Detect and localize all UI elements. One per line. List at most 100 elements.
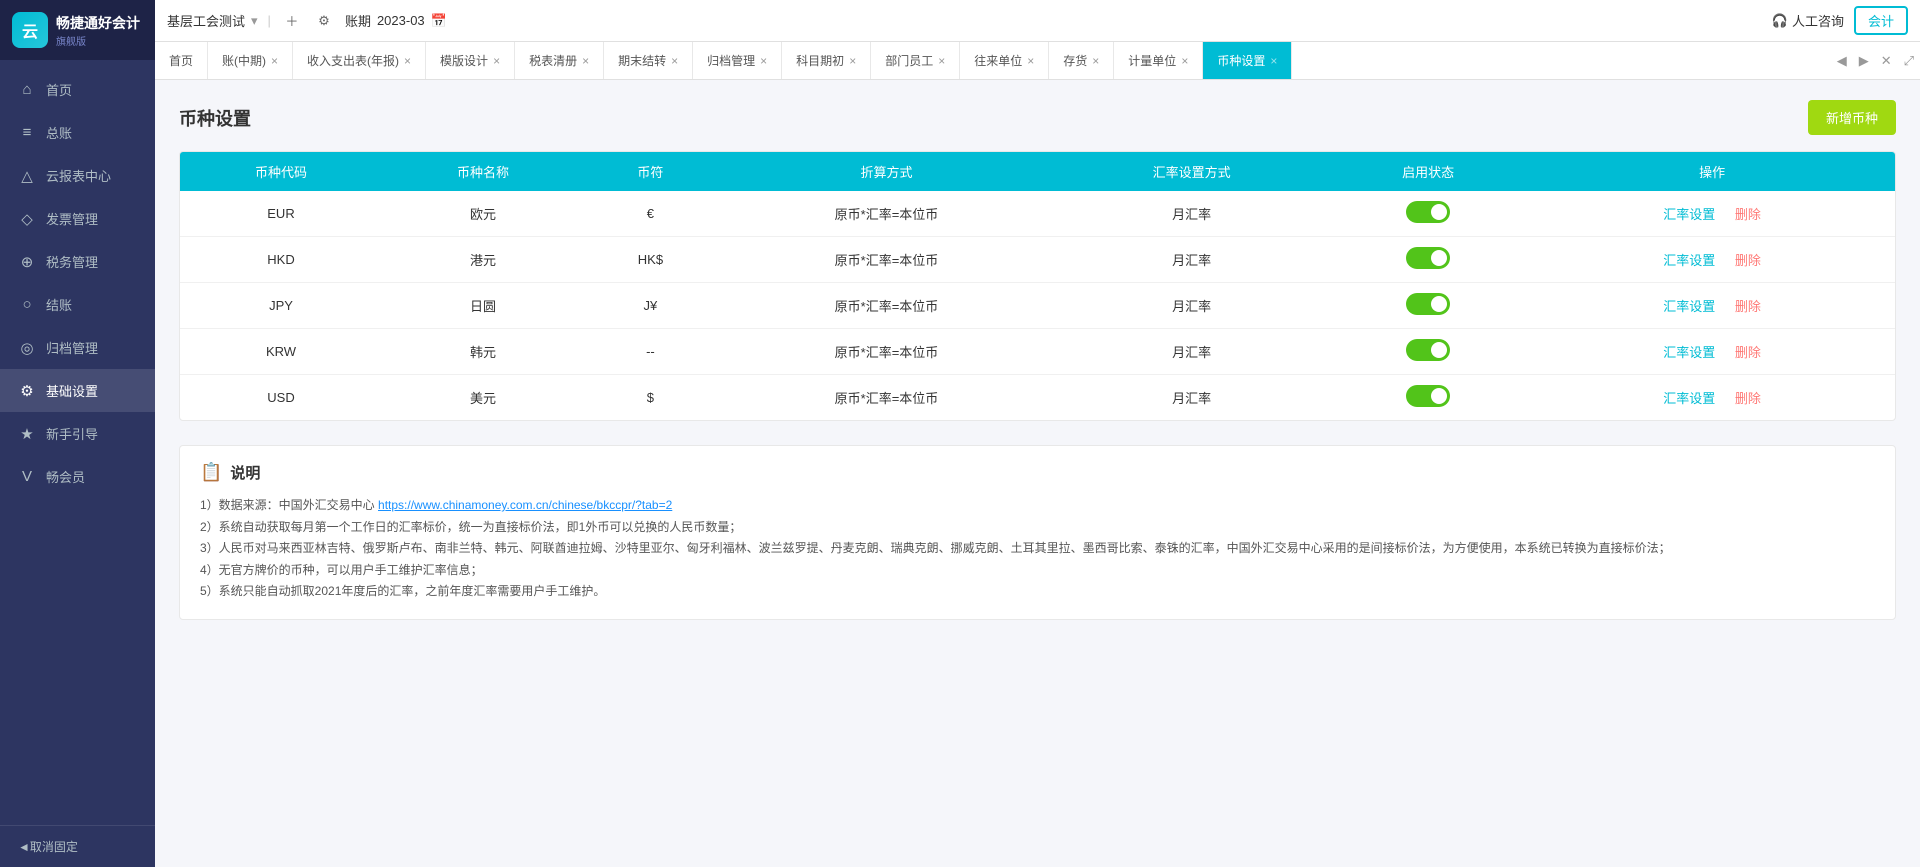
delete-HKD[interactable]: 删除 [1735, 253, 1761, 268]
ledger-icon: ≡ [18, 124, 36, 141]
tab-unit[interactable]: 计量单位 × [1114, 42, 1203, 79]
sidebar-item-ledger[interactable]: ≡ 总账 [0, 111, 155, 154]
tab-archive-mgmt[interactable]: 归档管理 × [693, 42, 782, 79]
toggle-USD[interactable] [1406, 385, 1450, 407]
sidebar-item-settlement[interactable]: ○ 结账 [0, 283, 155, 326]
rate-settings-HKD[interactable]: 汇率设置 [1663, 253, 1715, 268]
tab-partner[interactable]: 往来单位 × [960, 42, 1049, 79]
tab-close-archive-mgmt[interactable]: × [760, 54, 767, 68]
settlement-icon: ○ [18, 296, 36, 313]
rate-settings-EUR[interactable]: 汇率设置 [1663, 207, 1715, 222]
settings-gear-icon[interactable]: ⚙ [313, 10, 335, 32]
note-item-2: 3）人民币对马来西亚林吉特、俄罗斯卢布、南非兰特、韩元、阿联酋迪拉姆、沙特里亚尔… [200, 538, 1875, 560]
tab-close-partner[interactable]: × [1027, 54, 1034, 68]
note-title-text: 说明 [230, 462, 260, 483]
app-logo-text: 畅捷通好会计 旗舰版 [56, 13, 140, 48]
guide-icon: ★ [18, 425, 36, 443]
sidebar-pin-toggle[interactable]: ◄取消固定 [0, 825, 155, 867]
toggle-EUR[interactable] [1406, 201, 1450, 223]
table-row: JPY日圆J¥原币*汇率=本位币月汇率 汇率设置 删除 [180, 283, 1895, 329]
cell-toggle-1 [1327, 237, 1529, 283]
note-link[interactable]: https://www.chinamoney.com.cn/chinese/bk… [378, 498, 672, 512]
tab-close-dept-staff[interactable]: × [938, 54, 945, 68]
sidebar-item-reports[interactable]: △ 云报表中心 [0, 154, 155, 197]
cell-1-0: HKD [180, 237, 382, 283]
tab-label-inventory: 存货 [1063, 52, 1087, 69]
toggle-JPY[interactable] [1406, 293, 1450, 315]
new-currency-button[interactable]: 新增币种 [1808, 100, 1896, 135]
support-label: 人工咨询 [1792, 11, 1844, 30]
tab-close-subject-init[interactable]: × [849, 54, 856, 68]
col-header-币种代码: 币种代码 [180, 152, 382, 191]
topbar-project[interactable]: 基层工会测试 ▾ [167, 11, 258, 30]
close-all-tabs-button[interactable]: ✕ [1875, 42, 1898, 79]
project-dropdown-icon[interactable]: ▾ [251, 13, 258, 29]
tab-income[interactable]: 收入支出表(年报) × [293, 42, 426, 79]
rate-settings-KRW[interactable]: 汇率设置 [1663, 345, 1715, 360]
cell-0-1: 欧元 [382, 191, 584, 237]
tab-scroll-left[interactable]: ◀ [1831, 42, 1853, 79]
note-item-1: 2）系统自动获取每月第一个工作日的汇率标价，统一为直接标价法，即1外币可以兑换的… [200, 517, 1875, 539]
tab-taxclear[interactable]: 税表清册 × [515, 42, 604, 79]
cell-0-0: EUR [180, 191, 382, 237]
tab-template[interactable]: 模版设计 × [426, 42, 515, 79]
support-button[interactable]: 🎧 人工咨询 [1772, 11, 1844, 30]
tab-subject-init[interactable]: 科目期初 × [782, 42, 871, 79]
sidebar-item-invoice[interactable]: ◇ 发票管理 [0, 197, 155, 240]
tab-close-unit[interactable]: × [1181, 54, 1188, 68]
tab-close-taxclear[interactable]: × [582, 54, 589, 68]
toggle-KRW[interactable] [1406, 339, 1450, 361]
col-header-操作: 操作 [1529, 152, 1895, 191]
sidebar-item-member[interactable]: V 畅会员 [0, 455, 155, 498]
tab-close-period-end[interactable]: × [671, 54, 678, 68]
rate-settings-JPY[interactable]: 汇率设置 [1663, 299, 1715, 314]
tab-label-template: 模版设计 [440, 52, 488, 69]
expand-icon[interactable]: ⤢ [1898, 42, 1920, 79]
sidebar-label-invoice: 发票管理 [46, 209, 98, 228]
add-project-button[interactable]: ＋ [281, 10, 303, 32]
cell-3-0: KRW [180, 329, 382, 375]
sidebar-item-archive[interactable]: ◎ 归档管理 [0, 326, 155, 369]
cell-actions-4: 汇率设置 删除 [1529, 375, 1895, 421]
col-header-折算方式: 折算方式 [717, 152, 1056, 191]
tab-dept-staff[interactable]: 部门员工 × [871, 42, 960, 79]
tab-close-balance[interactable]: × [271, 54, 278, 68]
delete-EUR[interactable]: 删除 [1735, 207, 1761, 222]
cell-1-4: 月汇率 [1056, 237, 1327, 283]
cell-4-1: 美元 [382, 375, 584, 421]
cell-0-4: 月汇率 [1056, 191, 1327, 237]
tab-close-template[interactable]: × [493, 54, 500, 68]
tab-currency[interactable]: 币种设置 × [1203, 42, 1292, 79]
delete-KRW[interactable]: 删除 [1735, 345, 1761, 360]
member-icon: V [18, 468, 36, 485]
tab-close-currency[interactable]: × [1270, 54, 1277, 68]
cell-4-4: 月汇率 [1056, 375, 1327, 421]
tab-home[interactable]: 首页 [155, 42, 208, 79]
tab-period-end[interactable]: 期末结转 × [604, 42, 693, 79]
tab-scroll-right[interactable]: ▶ [1853, 42, 1875, 79]
calendar-icon[interactable]: 📅 [431, 13, 447, 29]
sidebar-label-ledger: 总账 [46, 123, 72, 142]
tab-close-inventory[interactable]: × [1092, 54, 1099, 68]
sidebar-item-guide[interactable]: ★ 新手引导 [0, 412, 155, 455]
sidebar-label-home: 首页 [46, 80, 72, 99]
cell-actions-0: 汇率设置 删除 [1529, 191, 1895, 237]
tab-balance[interactable]: 账(中期) × [208, 42, 293, 79]
page-title: 币种设置 [179, 105, 251, 131]
toggle-HKD[interactable] [1406, 247, 1450, 269]
cell-actions-1: 汇率设置 删除 [1529, 237, 1895, 283]
cell-1-3: 原币*汇率=本位币 [717, 237, 1056, 283]
tab-inventory[interactable]: 存货 × [1049, 42, 1114, 79]
rate-settings-USD[interactable]: 汇率设置 [1663, 391, 1715, 406]
sidebar-item-home[interactable]: ⌂ 首页 [0, 68, 155, 111]
tab-close-income[interactable]: × [404, 54, 411, 68]
tabbar: 首页账(中期) ×收入支出表(年报) ×模版设计 ×税表清册 ×期末结转 ×归档… [155, 42, 1920, 80]
user-role-button[interactable]: 会计 [1854, 6, 1908, 35]
currency-table: 币种代码币种名称币符折算方式汇率设置方式启用状态操作 EUR欧元€原币*汇率=本… [179, 151, 1896, 421]
sidebar-item-tax[interactable]: ⊕ 税务管理 [0, 240, 155, 283]
cell-2-0: JPY [180, 283, 382, 329]
sidebar-item-settings[interactable]: ⚙ 基础设置 [0, 369, 155, 412]
settings-icon: ⚙ [18, 382, 36, 400]
delete-JPY[interactable]: 删除 [1735, 299, 1761, 314]
delete-USD[interactable]: 删除 [1735, 391, 1761, 406]
